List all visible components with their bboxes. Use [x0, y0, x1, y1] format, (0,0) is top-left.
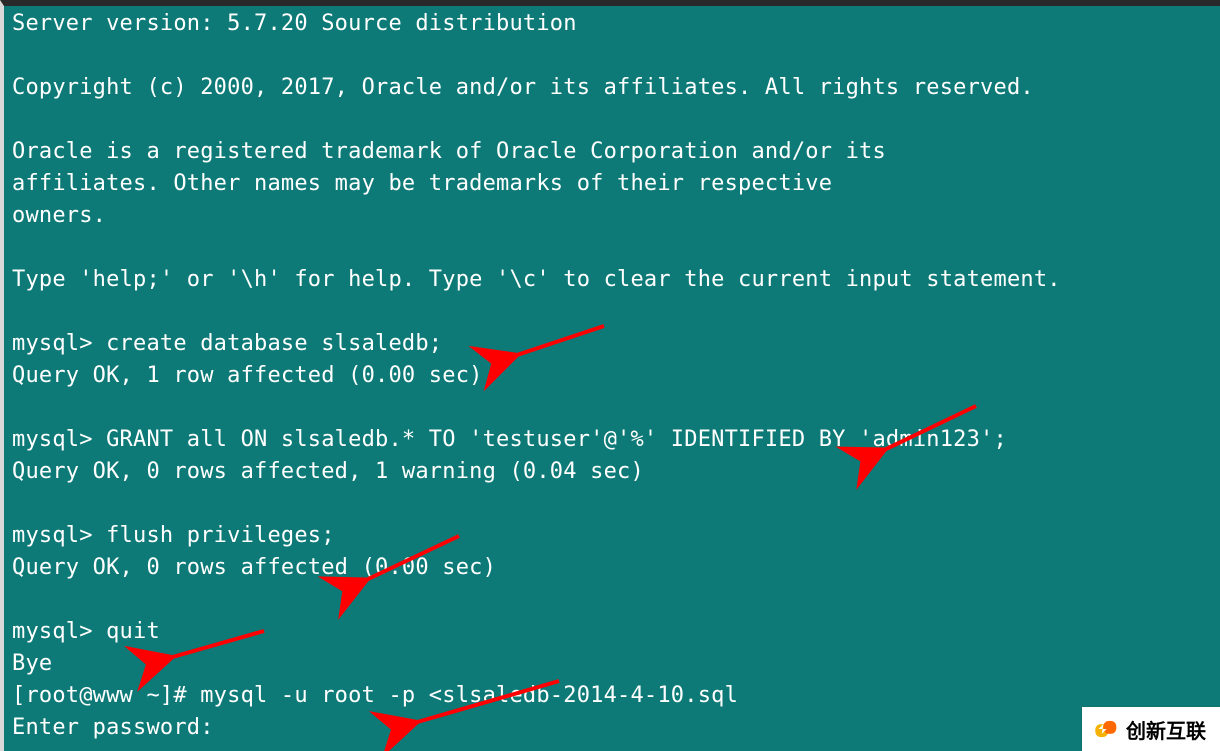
- terminal-window[interactable]: Server version: 5.7.20 Source distributi…: [0, 0, 1220, 751]
- terminal-output[interactable]: Server version: 5.7.20 Source distributi…: [4, 6, 1220, 744]
- watermark-logo-icon: [1092, 716, 1118, 742]
- watermark-badge: 创新互联: [1082, 707, 1220, 751]
- watermark-text: 创新互联: [1126, 715, 1206, 744]
